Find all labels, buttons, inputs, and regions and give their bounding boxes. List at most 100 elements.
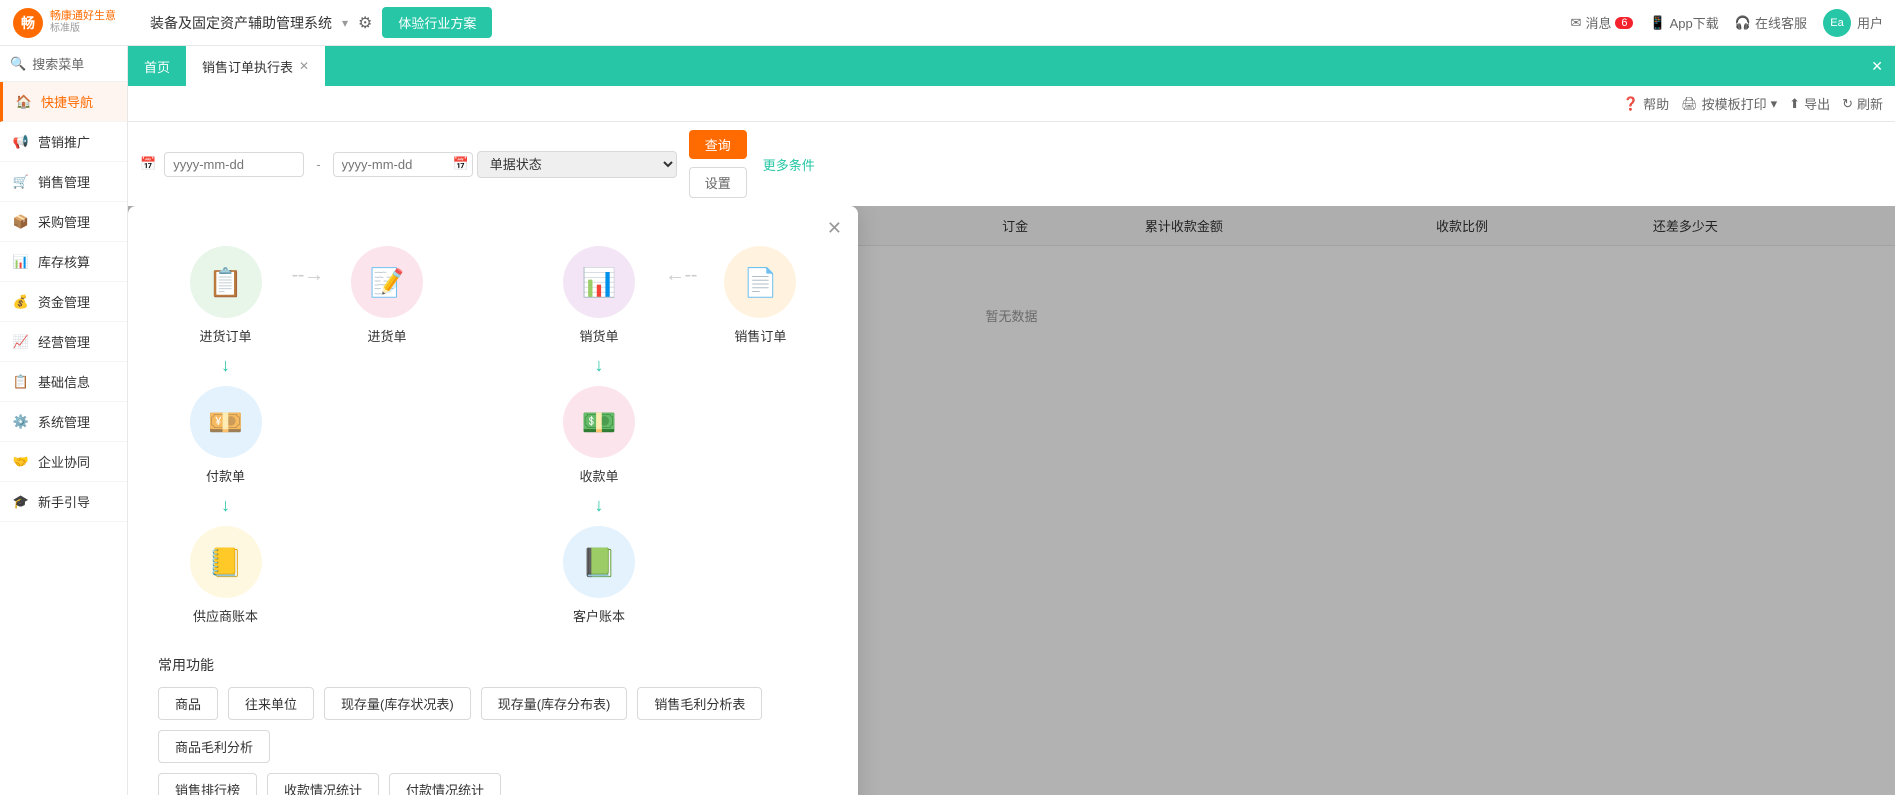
func-buttons-row1: 商品往来单位现存量(库存状况表) 现存量(库存分布表) 销售毛利分析表商品毛利分析 [158,687,828,763]
tab-bar-close[interactable]: ✕ [1871,58,1895,75]
flow-circle-customer: 📗 [563,526,635,598]
more-conditions-btn[interactable]: 更多条件 [763,155,815,174]
func-btn[interactable]: 销售排行榜 [158,773,257,795]
func-btn[interactable]: 付款情况统计 [389,773,501,795]
func-btn[interactable]: 现存量(库存分布表) [481,687,628,720]
sidebar-item-sales[interactable]: 🛒销售管理 [0,162,127,202]
receipt-label: 收款单 [579,466,618,485]
func-btn[interactable]: 商品 [158,687,218,720]
experience-btn[interactable]: 体验行业方案 [382,7,492,38]
nav-label-inventory: 库存核算 [38,252,90,271]
sidebar-search[interactable]: 🔍 搜索菜单 [0,46,127,82]
h-arrow-2: ← - - [665,236,694,287]
status-select[interactable]: 单据状态 [477,151,677,178]
sidebar-item-purchase[interactable]: 📦采购管理 [0,202,127,242]
content-area: 首页 销售订单执行表 ✕ ✕ ❓ 帮助 [128,46,1895,795]
phone-icon: 📱 [1649,15,1665,31]
export-btn[interactable]: ⬆ 导出 [1789,94,1830,113]
logo-text: 畅康通好生意 标准版 [50,10,116,35]
sidebar-item-finance[interactable]: 💰 资金管理 [0,282,127,322]
sidebar-item-operations[interactable]: 📈经营管理 [0,322,127,362]
settings-btn[interactable]: 设置 [689,167,747,198]
flow-right-col: 📄 销售订单 [694,236,826,355]
tab-sales-order[interactable]: 销售订单执行表 ✕ [186,46,325,86]
flow-item-payment[interactable]: 💴 付款单 [190,386,262,485]
modal-close-btn[interactable]: ✕ [827,218,842,239]
sidebar-item-basic-info[interactable]: 📋基础信息 [0,362,127,402]
date-start-input[interactable] [164,152,304,177]
sidebar-item-quick-nav[interactable]: 🏠快捷导航 [0,82,127,122]
app-download-btn[interactable]: 📱 App下载 [1649,13,1718,32]
date-separator: - [312,157,324,172]
print-arrow-icon: ▾ [1771,96,1778,112]
nav-icon-purchase: 📦 [12,213,30,231]
sidebar-nav: 🏠快捷导航📢营销推广🛒销售管理📦采购管理 📊 库存核算 💰 资金管理 📈经营管理📋基础信息… [0,82,127,522]
purchase-order-icon: 📋 [208,266,243,299]
page-inner: ❓ 帮助 🖨 按模板打印 ▾ ⬆ 导出 ↻ [128,86,1895,795]
tab-close-icon[interactable]: ✕ [299,59,309,73]
flow-item-sales[interactable]: 📊 销货单 [563,246,635,345]
flow-circle-receipt: 💵 [563,386,635,458]
nav-icon-inventory: 📊 [12,253,30,271]
flow-circle-sales-order: 📄 [724,246,796,318]
refresh-icon: ↻ [1842,96,1853,112]
filter-row: ❓ 帮助 🖨 按模板打印 ▾ ⬆ 导出 ↻ [128,86,1895,122]
arrow-down-1: ↓ [221,355,230,376]
tab-sales-order-label: 销售订单执行表 [202,57,293,76]
tab-home[interactable]: 首页 [128,46,186,86]
nav-label-enterprise: 企业协同 [38,452,90,471]
func-btn[interactable]: 往来单位 [228,687,314,720]
h-arrow-1: - - → [292,236,321,287]
flow-circle-supplier: 📒 [190,526,262,598]
nav-icon-guide: 🎓 [12,493,30,511]
help-btn[interactable]: ❓ 帮助 [1623,94,1669,113]
flow-item-receipt[interactable]: 💵 收款单 [563,386,635,485]
settings-icon[interactable]: ⚙ [358,13,372,33]
common-functions: 常用功能 商品往来单位现存量(库存状况表)现存量(库存分布表)销售毛利分析表商品… [158,655,828,795]
message-badge: 6 [1615,17,1633,29]
top-bar-right: ✉ 消息 6 📱 App下载 🎧 在线客服 Ea 用户 [1571,9,1883,37]
func-btn[interactable]: 商品毛利分析 [158,730,270,763]
sidebar-item-guide[interactable]: 🎓新手引导 [0,482,127,522]
func-btn[interactable]: 销售毛利分析表 [637,687,762,720]
flow-item-purchase-order[interactable]: 📋 进货订单 [190,246,262,345]
headset-icon: 🎧 [1735,15,1751,31]
flow-mid-left-col: 📝 进货单 [321,236,453,355]
print-btn[interactable]: 🖨 按模板打印 ▾ [1681,94,1777,113]
payment-label: 付款单 [206,466,245,485]
flow-item-sales-order[interactable]: 📄 销售订单 [724,246,796,345]
sidebar-item-enterprise[interactable]: 🤝企业协同 [0,442,127,482]
func-btn[interactable]: 收款情况统计 [267,773,379,795]
window-close-icon[interactable]: ✕ [1871,58,1883,74]
supplier-ledger-icon: 📒 [208,546,243,579]
nav-icon-quick-nav: 🏠 [15,93,33,111]
nav-icon-finance: 💰 [12,293,30,311]
sidebar-item-marketing[interactable]: 📢营销推广 [0,122,127,162]
online-service-btn[interactable]: 🎧 在线客服 [1735,13,1807,32]
message-btn[interactable]: ✉ 消息 6 [1571,13,1634,32]
flow-item-purchase[interactable]: 📝 进货单 [351,246,423,345]
search-icon: 🔍 [10,56,26,72]
nav-label-finance: 资金管理 [38,292,90,311]
print-icon: 🖨 [1681,96,1698,112]
flow-item-supplier-ledger[interactable]: 📒 供应商账本 [190,526,262,625]
flow-circle-purchase-order: 📋 [190,246,262,318]
flow-circle-sales: 📊 [563,246,635,318]
receipt-icon: 💵 [582,406,617,439]
func-btn[interactable]: 现存量(库存状况表) [324,687,471,720]
refresh-btn[interactable]: ↻ 刷新 [1842,94,1883,113]
query-btn[interactable]: 查询 [689,130,747,159]
logo-area: 畅 畅康通好生意 标准版 [12,7,140,39]
purchase-order-label: 进货订单 [200,326,252,345]
tab-bar: 首页 销售订单执行表 ✕ ✕ [128,46,1895,86]
func-buttons-row2: 销售排行榜收款情况统计付款情况统计 [158,773,828,795]
date-end-input[interactable] [333,152,473,177]
user-btn[interactable]: Ea 用户 [1823,9,1883,37]
sales-icon: 📊 [582,266,617,299]
arrow-down-3: ↓ [221,495,230,516]
sidebar-item-system[interactable]: ⚙️系统管理 [0,402,127,442]
common-functions-title: 常用功能 [158,655,828,675]
flow-item-customer-ledger[interactable]: 📗 客户账本 [563,526,635,625]
sales-order-label: 销售订单 [734,326,786,345]
sidebar-item-inventory[interactable]: 📊 库存核算 [0,242,127,282]
